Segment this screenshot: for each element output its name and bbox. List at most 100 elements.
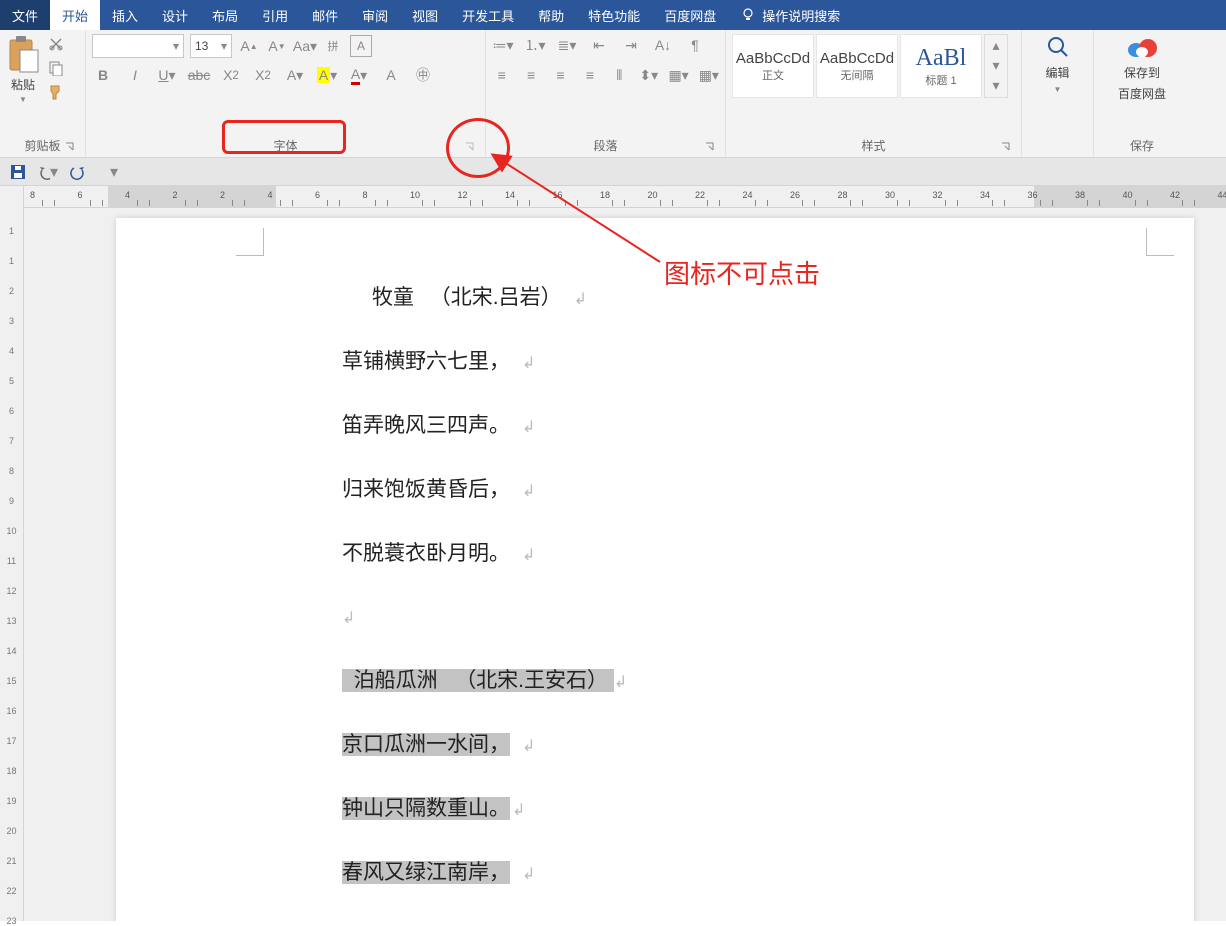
empty-line: ↲ <box>342 597 968 637</box>
justify-button[interactable]: ≡ <box>580 64 599 86</box>
page[interactable]: 牧童 （北宋.吕岩）↲ 草铺横野六七里，↲ 笛弄晚风三四声。↲ 归来饱饭黄昏后，… <box>116 218 1194 921</box>
style-no-spacing[interactable]: AaBbCcDd无间隔 <box>816 34 898 98</box>
qat-redo-button[interactable] <box>68 162 88 182</box>
poem2-line1: 京口瓜洲一水间，↲ <box>342 725 968 765</box>
cut-button[interactable] <box>46 34 66 54</box>
tell-me-label: 操作说明搜索 <box>762 6 840 25</box>
italic-button[interactable]: I <box>124 64 146 86</box>
numbering-button[interactable]: ⒈▾ <box>524 34 546 56</box>
menu-view[interactable]: 视图 <box>400 0 450 30</box>
poem1-line2: 笛弄晚风三四声。↲ <box>342 406 968 446</box>
text-effects-button[interactable]: A▾ <box>284 64 306 86</box>
menu-bar: 文件 开始 插入 设计 布局 引用 邮件 审阅 视图 开发工具 帮助 特色功能 … <box>0 0 1226 30</box>
workspace: 11234567891011121314151617181920212223 8… <box>0 186 1226 921</box>
clipboard-group-label: 剪贴板 <box>6 134 79 157</box>
menu-design[interactable]: 设计 <box>150 0 200 30</box>
menu-review[interactable]: 审阅 <box>350 0 400 30</box>
lightbulb-icon <box>740 7 756 23</box>
scissors-icon <box>48 36 64 52</box>
quick-access-toolbar: ▾ ▾ <box>0 158 1226 186</box>
style-normal[interactable]: AaBbCcDd正文 <box>732 34 814 98</box>
menu-baidu[interactable]: 百度网盘 <box>652 0 728 30</box>
show-marks-button[interactable]: ¶ <box>684 34 706 56</box>
dec-indent-button[interactable]: ⇤ <box>588 34 610 56</box>
superscript-button[interactable]: X2 <box>252 64 274 86</box>
tell-me-search[interactable]: 操作说明搜索 <box>740 0 840 30</box>
search-icon <box>1045 34 1071 60</box>
qat-undo-button[interactable]: ▾ <box>38 162 58 182</box>
copy-icon <box>48 60 64 76</box>
poem1-line1: 草铺横野六七里，↲ <box>342 342 968 382</box>
menu-insert[interactable]: 插入 <box>100 0 150 30</box>
clipboard-icon <box>6 34 40 74</box>
qat-customize-button[interactable]: ▾ <box>104 162 124 182</box>
styles-scroll-up[interactable]: ▴ <box>985 35 1007 55</box>
align-right-button[interactable]: ≡ <box>551 64 570 86</box>
styles-scroll-down[interactable]: ▾ <box>985 55 1007 75</box>
align-center-button[interactable]: ≡ <box>521 64 540 86</box>
annotation-circle <box>446 118 510 178</box>
edit-group-label <box>1028 151 1087 157</box>
underline-button[interactable]: U▾ <box>156 64 178 86</box>
annotation-rect <box>222 120 346 154</box>
bullets-button[interactable]: ≔▾ <box>492 34 514 56</box>
sort-button[interactable]: A↓ <box>652 34 674 56</box>
phonetic-guide-button[interactable]: 拼 <box>322 35 344 57</box>
menu-home[interactable]: 开始 <box>50 0 100 30</box>
multilevel-button[interactable]: ≣▾ <box>556 34 578 56</box>
clipboard-launcher[interactable] <box>63 140 77 154</box>
poem2-line2: 钟山只隔数重山。↲ <box>342 789 968 829</box>
shrink-font-button[interactable]: A▼ <box>266 35 288 57</box>
baidu-cloud-icon <box>1126 34 1158 60</box>
redo-icon <box>70 164 86 180</box>
menu-dev[interactable]: 开发工具 <box>450 0 526 30</box>
poem2-title: 泊船瓜洲 （北宋.王安石） ↲ <box>342 661 968 701</box>
group-edit: 编辑▼ <box>1022 30 1094 157</box>
highlight-button[interactable]: A▾ <box>316 64 338 86</box>
char-border-button[interactable]: A <box>350 35 372 57</box>
menu-file[interactable]: 文件 <box>0 0 50 30</box>
align-left-button[interactable]: ≡ <box>492 64 511 86</box>
line-spacing-button[interactable]: ⬍▾ <box>639 64 658 86</box>
font-color-button[interactable]: A▾ <box>348 64 370 86</box>
poem1-line4: 不脱蓑衣卧月明。↲ <box>342 534 968 574</box>
shading-button[interactable]: ▦▾ <box>668 64 688 86</box>
poem2-line3: 春风又绿江南岸，↲ <box>342 853 968 893</box>
style-heading1[interactable]: AaBl标题 1 <box>900 34 982 98</box>
group-styles: AaBbCcDd正文 AaBbCcDd无间隔 AaBl标题 1 ▴ ▾ ▾ 样式 <box>726 30 1022 157</box>
copy-button[interactable] <box>46 58 66 78</box>
paragraph-launcher[interactable] <box>703 140 717 154</box>
paste-button[interactable]: 粘贴 ▼ <box>6 34 40 104</box>
save-group-label: 保存 <box>1100 134 1184 157</box>
group-paragraph: ≔▾ ⒈▾ ≣▾ ⇤ ⇥ A↓ ¶ ≡ ≡ ≡ ≡ ⫴ ⬍▾ ▦▾ ▦▾ 段落 <box>486 30 726 157</box>
annotation-text: 图标不可点击 <box>664 254 820 291</box>
save-baidu-button[interactable]: 保存到百度网盘 <box>1100 34 1184 102</box>
menu-special[interactable]: 特色功能 <box>576 0 652 30</box>
menu-references[interactable]: 引用 <box>250 0 300 30</box>
styles-launcher[interactable] <box>999 140 1013 154</box>
poem1-line3: 归来饱饭黄昏后，↲ <box>342 470 968 510</box>
subscript-button[interactable]: X2 <box>220 64 242 86</box>
borders-button[interactable]: ▦▾ <box>699 64 719 86</box>
grow-font-button[interactable]: A▲ <box>238 35 260 57</box>
change-case-button[interactable]: Aa▾ <box>294 35 316 57</box>
distribute-button[interactable]: ⫴ <box>610 64 629 86</box>
find-button[interactable]: 编辑▼ <box>1028 34 1087 94</box>
font-size-combo[interactable]: 13▾ <box>190 34 232 58</box>
paragraph-group-label: 段落 <box>492 134 719 157</box>
enclose-char-button[interactable]: ㊥ <box>412 64 434 86</box>
char-shading-button[interactable]: A <box>380 64 402 86</box>
styles-group-label: 样式 <box>732 134 1015 157</box>
menu-mail[interactable]: 邮件 <box>300 0 350 30</box>
format-painter-button[interactable] <box>46 82 66 102</box>
menu-help[interactable]: 帮助 <box>526 0 576 30</box>
qat-save-button[interactable] <box>8 162 28 182</box>
bold-button[interactable]: B <box>92 64 114 86</box>
poem1-title: 牧童 （北宋.吕岩）↲ <box>342 278 968 318</box>
font-family-combo[interactable]: ▾ <box>92 34 184 58</box>
inc-indent-button[interactable]: ⇥ <box>620 34 642 56</box>
menu-layout[interactable]: 布局 <box>200 0 250 30</box>
strikethrough-button[interactable]: abc <box>188 64 210 86</box>
undo-icon <box>38 164 50 180</box>
styles-expand[interactable]: ▾ <box>985 75 1007 95</box>
